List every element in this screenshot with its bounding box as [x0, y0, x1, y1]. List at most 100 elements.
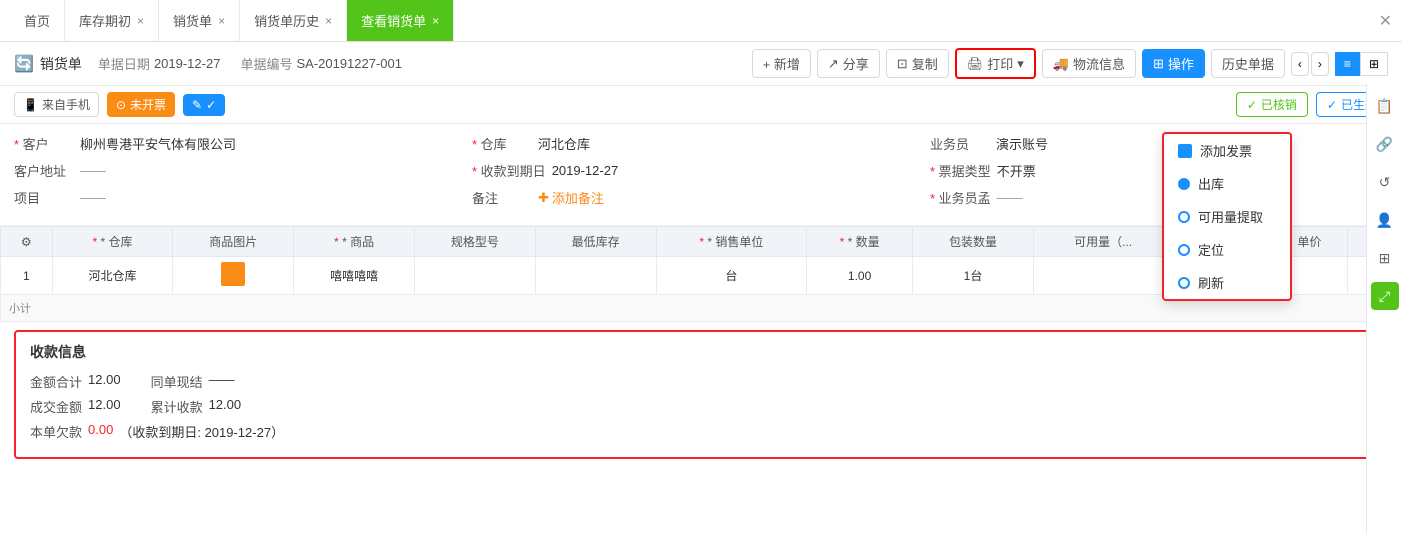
print-icon: 🖨: [967, 56, 984, 72]
print-button[interactable]: 🖨 打印 ▾: [955, 48, 1036, 79]
tab-home-label: 首页: [24, 11, 50, 30]
add-invoice-item[interactable]: 添加发票: [1164, 134, 1290, 167]
nav-arrows: ‹ ›: [1291, 52, 1329, 76]
complete-icon: ✓: [206, 98, 216, 112]
view-toggle: ≡ ⊞: [1335, 52, 1388, 76]
tab-inventory-init-close[interactable]: ×: [137, 14, 144, 28]
total-amount-label: 金额合计: [30, 372, 82, 391]
row-min-stock: [535, 257, 656, 295]
operation-button[interactable]: ⊞ 操作: [1142, 49, 1205, 78]
address-group: 客户地址 ——: [14, 161, 472, 180]
tab-view-sales-close[interactable]: ×: [432, 14, 439, 28]
payment-title: 收款信息: [30, 342, 1372, 362]
already-cancelled-label: 已核销: [1261, 96, 1297, 113]
due-date-group: 收款到期日 2019-12-27: [472, 161, 930, 180]
tab-bar: 首页 库存期初 × 销货单 × 销货单历史 × 查看销货单 × ✕: [0, 0, 1402, 42]
tab-sales-history[interactable]: 销货单历史 ×: [240, 0, 347, 41]
print-button-label: 打印: [987, 54, 1013, 73]
transaction-item: 成交金额 12.00: [30, 397, 121, 416]
row-image: [173, 257, 294, 295]
col-spec: 规格型号: [414, 227, 535, 257]
col-unit: * 销售单位: [656, 227, 807, 257]
from-phone-button[interactable]: 📱 来自手机: [14, 92, 99, 117]
tab-sales-history-label: 销货单历史: [254, 11, 319, 30]
new-button[interactable]: + 新增: [752, 49, 811, 78]
view-list-button[interactable]: ≡: [1335, 52, 1360, 76]
col-qty: * 数量: [807, 227, 913, 257]
edit-button[interactable]: ✎ ✓: [183, 94, 225, 116]
available-extract-label: 可用量提取: [1198, 207, 1263, 226]
row-no: 1: [1, 257, 53, 295]
copy-button[interactable]: ⊡ 复制: [886, 49, 949, 78]
outbound-item[interactable]: 出库: [1164, 167, 1290, 200]
copy-button-label: 复制: [912, 54, 938, 73]
doc-title: 🔄 销货单: [14, 54, 82, 74]
salesman-group: 业务员孟 ——: [930, 188, 1388, 207]
sidebar-doc-icon[interactable]: 📋: [1371, 92, 1399, 120]
project-label: 项目: [14, 188, 74, 207]
sidebar-refresh-icon[interactable]: ↺: [1371, 168, 1399, 196]
salesman-value: ——: [997, 190, 1023, 205]
not-opened-icon: ⊙: [116, 98, 126, 112]
sidebar-user-icon[interactable]: 👤: [1371, 206, 1399, 234]
tab-sales-order-close[interactable]: ×: [218, 14, 225, 28]
payment-row-3: 本单欠款 0.00 （收款到期日: 2019-12-27）: [30, 422, 1372, 441]
col-warehouse: * 仓库: [52, 227, 173, 257]
history-button[interactable]: 历史单据: [1211, 49, 1285, 78]
row-spec: [414, 257, 535, 295]
tab-view-sales-label: 查看销货单: [361, 11, 426, 30]
add-invoice-label: 添加发票: [1200, 141, 1252, 160]
warehouse-value: 河北仓库: [538, 134, 590, 153]
share-button-label: 分享: [843, 54, 869, 73]
window-close-button[interactable]: ✕: [1379, 11, 1392, 31]
warehouse-group: 仓库 河北仓库: [472, 134, 930, 153]
refresh-item[interactable]: 刷新: [1164, 266, 1290, 299]
sub-action-bar: 📱 来自手机 ⊙ 未开票 ✎ ✓ ✓ 已核销 ✓ 已生效: [0, 86, 1402, 124]
add-note-button[interactable]: 添加备注: [538, 188, 604, 207]
next-button[interactable]: ›: [1311, 52, 1329, 76]
tab-sales-order[interactable]: 销货单 ×: [159, 0, 240, 41]
tab-inventory-init[interactable]: 库存期初 ×: [65, 0, 159, 41]
payment-row-2: 成交金额 12.00 累计收款 12.00: [30, 397, 1372, 416]
tab-sales-order-label: 销货单: [173, 11, 212, 30]
new-button-label: + 新增: [763, 54, 800, 73]
address-label: 客户地址: [14, 161, 74, 180]
settings-icon: ⚙: [21, 235, 32, 249]
row-warehouse: 河北仓库: [52, 257, 173, 295]
print-dropdown-arrow[interactable]: ▾: [1017, 56, 1024, 72]
tab-sales-history-close[interactable]: ×: [325, 14, 332, 28]
tab-home[interactable]: 首页: [10, 0, 65, 41]
add-invoice-icon: [1178, 144, 1192, 158]
note-group: 备注 添加备注: [472, 188, 930, 207]
project-value: ——: [80, 190, 106, 205]
doc-date-label: 单据日期: [98, 54, 150, 73]
share-button[interactable]: ↗ 分享: [817, 49, 880, 78]
col-settings[interactable]: ⚙: [1, 227, 53, 257]
operation-dropdown: 添加发票 出库 可用量提取 定位 刷新: [1162, 132, 1292, 301]
sidebar-grid-icon[interactable]: ⊞: [1371, 244, 1399, 272]
col-min-stock: 最低库存: [535, 227, 656, 257]
available-extract-item[interactable]: 可用量提取: [1164, 200, 1290, 233]
prev-button[interactable]: ‹: [1291, 52, 1309, 76]
balance-note: （收款到期日: 2019-12-27）: [119, 422, 284, 441]
sidebar-expand-icon[interactable]: ⤢: [1371, 282, 1399, 310]
customer-value: 柳州粤港平安气体有限公司: [80, 134, 236, 153]
operation-button-label: 操作: [1168, 54, 1194, 73]
already-cancelled-badge[interactable]: ✓ 已核销: [1236, 92, 1308, 117]
logistics-button[interactable]: 🚚 物流信息: [1042, 49, 1136, 78]
not-opened-button[interactable]: ⊙ 未开票: [107, 92, 175, 117]
main-content: 🔄 销货单 单据日期 2019-12-27 单据编号 SA-20191227-0…: [0, 42, 1402, 533]
refresh-icon: [1178, 277, 1190, 289]
accumulated-label: 累计收款: [151, 397, 203, 416]
staff-group: 业务员 演示账号: [930, 134, 1388, 153]
customer-label: 客户: [14, 134, 74, 153]
from-phone-label: 来自手机: [42, 96, 90, 113]
view-grid-button[interactable]: ⊞: [1360, 52, 1388, 76]
tab-view-sales[interactable]: 查看销货单 ×: [347, 0, 454, 41]
locate-item[interactable]: 定位: [1164, 233, 1290, 266]
doc-number-group: 单据编号 SA-20191227-001: [240, 54, 402, 73]
add-note-label: 添加备注: [552, 188, 604, 207]
sidebar-link-icon[interactable]: 🔗: [1371, 130, 1399, 158]
col-image: 商品图片: [173, 227, 294, 257]
balance-value: 0.00: [88, 422, 113, 441]
